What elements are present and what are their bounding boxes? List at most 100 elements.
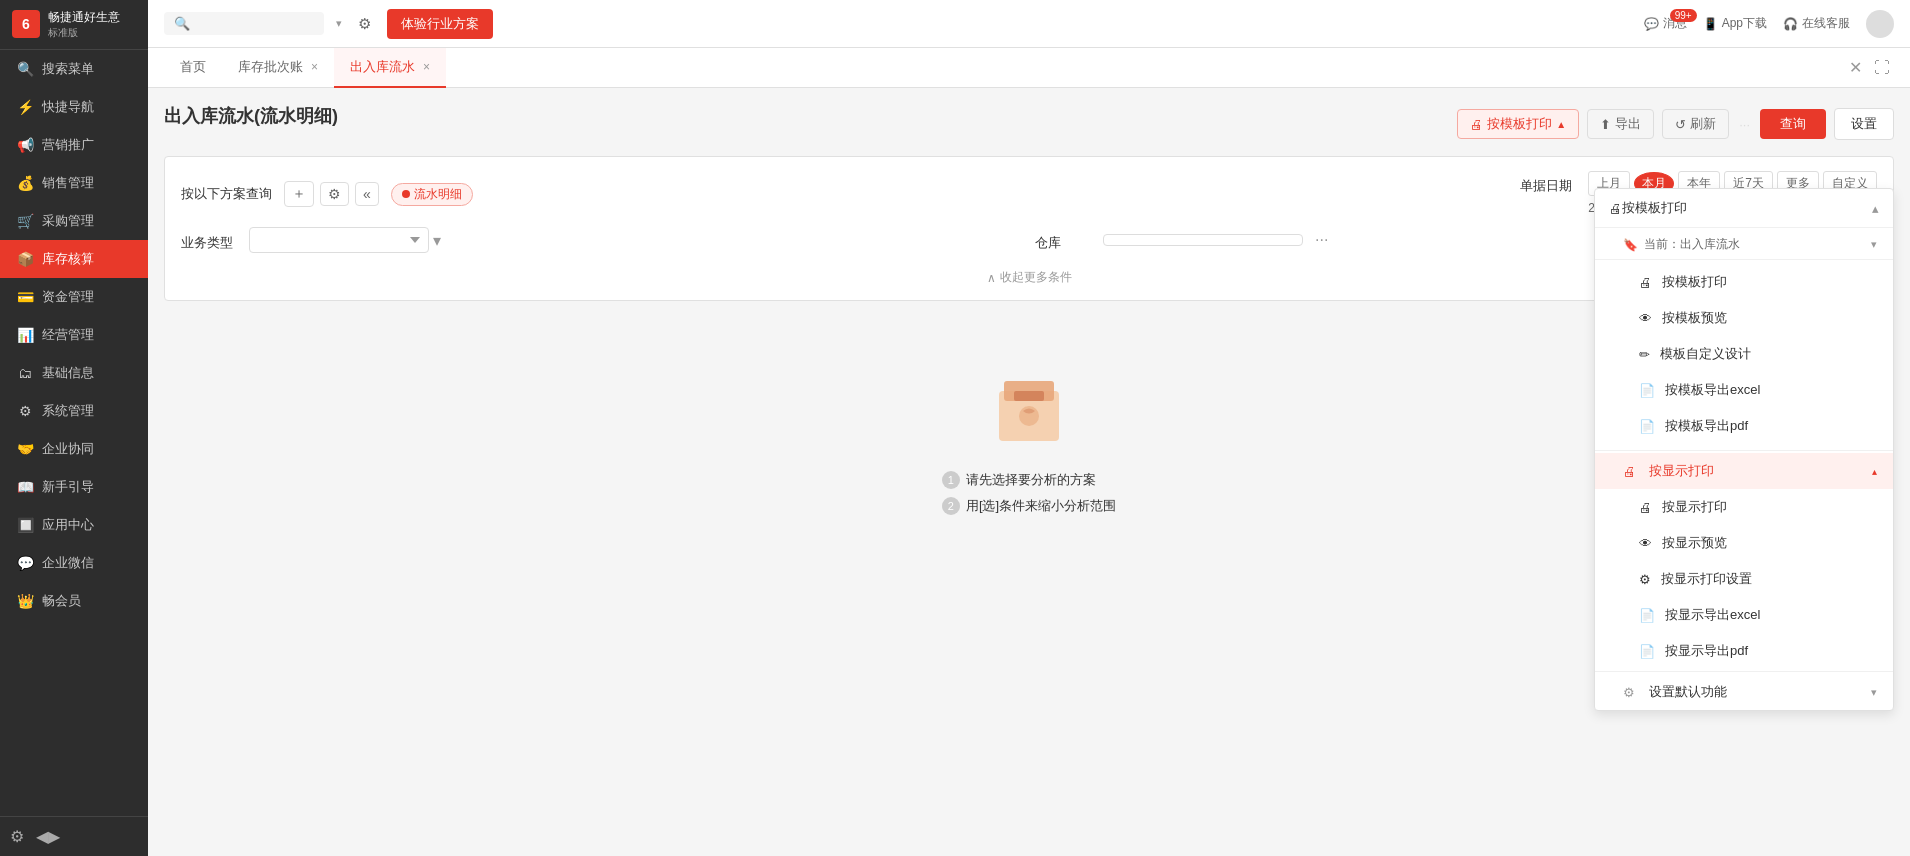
print-template-button[interactable]: 🖨 按模板打印 ▲ — [1457, 109, 1579, 139]
set-default-arrow-icon: ▾ — [1871, 686, 1877, 699]
dropdown-chevron-up-icon: ▲ — [1556, 119, 1566, 130]
sidebar-item-appstore[interactable]: 🔲 应用中心 — [0, 506, 148, 544]
collapse-button[interactable]: ∧ 收起更多条件 — [987, 269, 1072, 286]
settings-icon[interactable]: ⚙ — [10, 827, 24, 846]
inventory-icon: 📦 — [16, 251, 34, 267]
sidebar-item-label: 营销推广 — [42, 136, 94, 154]
setting-button[interactable]: 设置 — [1834, 108, 1894, 140]
sidebar-item-label: 销售管理 — [42, 174, 94, 192]
sidebar-item-collab[interactable]: 🤝 企业协同 — [0, 430, 148, 468]
app-title: 畅捷通好生意 标准版 — [48, 10, 120, 39]
sidebar-item-guide[interactable]: 📖 新手引导 — [0, 468, 148, 506]
sidebar-item-basic[interactable]: 🗂 基础信息 — [0, 354, 148, 392]
sidebar-item-system[interactable]: ⚙ 系统管理 — [0, 392, 148, 430]
finance-icon: 💳 — [16, 289, 34, 305]
template-preview-icon: 👁 — [1639, 311, 1652, 326]
sidebar-item-wechat[interactable]: 💬 企业微信 — [0, 544, 148, 582]
dropdown-item-display-print-setting[interactable]: ⚙ 按显示打印设置 — [1595, 561, 1893, 597]
dropdown-item-display-export-excel[interactable]: 📄 按显示导出excel — [1595, 597, 1893, 633]
dropdown-item-display-export-pdf[interactable]: 📄 按显示导出pdf — [1595, 633, 1893, 669]
dropdown-item-display-print[interactable]: 🖨 按显示打印 — [1595, 489, 1893, 525]
sidebar-item-marketing[interactable]: 📢 营销推广 — [0, 126, 148, 164]
sidebar-item-sales[interactable]: 💰 销售管理 — [0, 164, 148, 202]
sidebar-item-finance[interactable]: 💳 资金管理 — [0, 278, 148, 316]
dropdown-item-template-preview[interactable]: 👁 按模板预览 — [1595, 300, 1893, 336]
sidebar-item-operation[interactable]: 📊 经营管理 — [0, 316, 148, 354]
online-service-button[interactable]: 🎧 在线客服 — [1783, 15, 1850, 32]
marketing-icon: 📢 — [16, 137, 34, 153]
main-area: 🔍 ▾ ⚙ 体验行业方案 💬 消息 99+ 📱 App下载 🎧 在线客服 — [148, 0, 1910, 856]
tab-expand-button[interactable]: ⛶ — [1870, 54, 1894, 81]
template-custom-icon: ✏ — [1639, 347, 1650, 362]
sidebar-nav: 🔍 搜索菜单 ⚡ 快捷导航 📢 营销推广 💰 销售管理 🛒 采购管理 📦 库存核… — [0, 50, 148, 816]
tab-flow-close[interactable]: × — [423, 60, 430, 74]
display-print-section-icon: 🖨 — [1623, 464, 1639, 479]
display-pdf-icon: 📄 — [1639, 644, 1655, 659]
topbar-chevron-icon[interactable]: ▾ — [336, 17, 342, 30]
display-setting-icon: ⚙ — [1639, 572, 1651, 587]
tab-flow[interactable]: 出入库流水 × — [334, 48, 446, 88]
app-logo: 6 — [12, 10, 40, 38]
system-icon: ⚙ — [16, 403, 34, 419]
dropdown-divider-1 — [1595, 450, 1893, 451]
tab-batch[interactable]: 库存批次账 × — [222, 48, 334, 88]
sidebar-item-label: 企业微信 — [42, 554, 94, 572]
tab-batch-close[interactable]: × — [311, 60, 318, 74]
search-button[interactable]: 查询 — [1760, 109, 1826, 139]
template-print-icon: 🖨 — [1639, 275, 1652, 290]
dropdown-item-display-preview[interactable]: 👁 按显示预览 — [1595, 525, 1893, 561]
sidebar-bottom: ⚙ ◀▶ — [0, 816, 148, 856]
collab-icon: 🤝 — [16, 441, 34, 457]
warehouse-select[interactable] — [1103, 234, 1303, 246]
sidebar-item-search[interactable]: 🔍 搜索菜单 — [0, 50, 148, 88]
sidebar-item-label: 新手引导 — [42, 478, 94, 496]
sidebar-item-label: 应用中心 — [42, 516, 94, 534]
message-icon: 💬 — [1644, 17, 1659, 31]
sidebar-item-quick-nav[interactable]: ⚡ 快捷导航 — [0, 88, 148, 126]
dropdown-section-2-header[interactable]: 🖨 按显示打印 ▴ — [1595, 453, 1893, 489]
tab-close-all-button[interactable]: ✕ — [1845, 54, 1866, 81]
message-button[interactable]: 💬 消息 99+ — [1644, 15, 1687, 32]
sidebar-item-purchase[interactable]: 🛒 采购管理 — [0, 202, 148, 240]
filter-actions: ＋ ⚙ « — [284, 181, 379, 207]
page-header: 出入库流水(流水明细) 🖨 按模板打印 ▲ ⬆ 导出 ↺ 刷新 ··· 查询 设… — [164, 104, 1894, 144]
user-avatar[interactable] — [1866, 10, 1894, 38]
vip-icon: 👑 — [16, 593, 34, 609]
sidebar: 6 畅捷通好生意 标准版 🔍 搜索菜单 ⚡ 快捷导航 📢 营销推广 💰 销售管理… — [0, 0, 148, 856]
dropdown-current-row: 🔖 当前：出入库流水 ▾ — [1595, 228, 1893, 260]
refresh-button[interactable]: ↺ 刷新 — [1662, 109, 1729, 139]
warehouse-more-icon[interactable]: ··· — [1315, 231, 1328, 249]
trial-button[interactable]: 体验行业方案 — [387, 9, 493, 39]
business-type-select[interactable] — [249, 227, 429, 253]
topbar-search-box[interactable]: 🔍 — [164, 12, 324, 35]
warehouse-label: 仓库 — [1035, 228, 1095, 252]
sidebar-item-inventory[interactable]: 📦 库存核算 — [0, 240, 148, 278]
tabs-right-controls: ✕ ⛶ — [1845, 54, 1894, 81]
sidebar-item-vip[interactable]: 👑 畅会员 — [0, 582, 148, 620]
template-pdf-icon: 📄 — [1639, 419, 1655, 434]
dropdown-header-chevron-icon[interactable]: ▴ — [1872, 201, 1879, 216]
add-filter-button[interactable]: ＋ — [284, 181, 314, 207]
topbar-search-input[interactable] — [196, 17, 314, 31]
empty-hint-2: 2 用[选]条件来缩小分析范围 — [942, 497, 1116, 515]
app-download-button[interactable]: 📱 App下载 — [1703, 15, 1767, 32]
export-button[interactable]: ⬆ 导出 — [1587, 109, 1654, 139]
dropdown-divider-2 — [1595, 671, 1893, 672]
filter-label: 按以下方案查询 — [181, 185, 272, 203]
current-arrow-icon: ▾ — [1871, 238, 1877, 251]
sidebar-item-label: 快捷导航 — [42, 98, 94, 116]
dropdown-item-template-export-pdf[interactable]: 📄 按模板导出pdf — [1595, 408, 1893, 444]
dropdown-item-template-export-excel[interactable]: 📄 按模板导出excel — [1595, 372, 1893, 408]
filter-selected-tag: 流水明细 — [391, 183, 473, 206]
business-type-more-icon[interactable]: ▾ — [433, 231, 441, 250]
collapse-sidebar-icon[interactable]: ◀▶ — [36, 827, 60, 846]
message-badge: 99+ — [1670, 9, 1697, 22]
settings-filter-button[interactable]: ⚙ — [320, 182, 349, 206]
collapse-filter-button[interactable]: « — [355, 182, 379, 206]
tab-home[interactable]: 首页 — [164, 48, 222, 88]
dropdown-item-set-default[interactable]: ⚙ 设置默认功能 ▾ — [1595, 674, 1893, 710]
dropdown-item-template-custom[interactable]: ✏ 模板自定义设计 — [1595, 336, 1893, 372]
topbar-gear-icon[interactable]: ⚙ — [358, 15, 371, 33]
business-type-label: 业务类型 — [181, 228, 241, 252]
dropdown-item-template-print[interactable]: 🖨 按模板打印 — [1595, 264, 1893, 300]
